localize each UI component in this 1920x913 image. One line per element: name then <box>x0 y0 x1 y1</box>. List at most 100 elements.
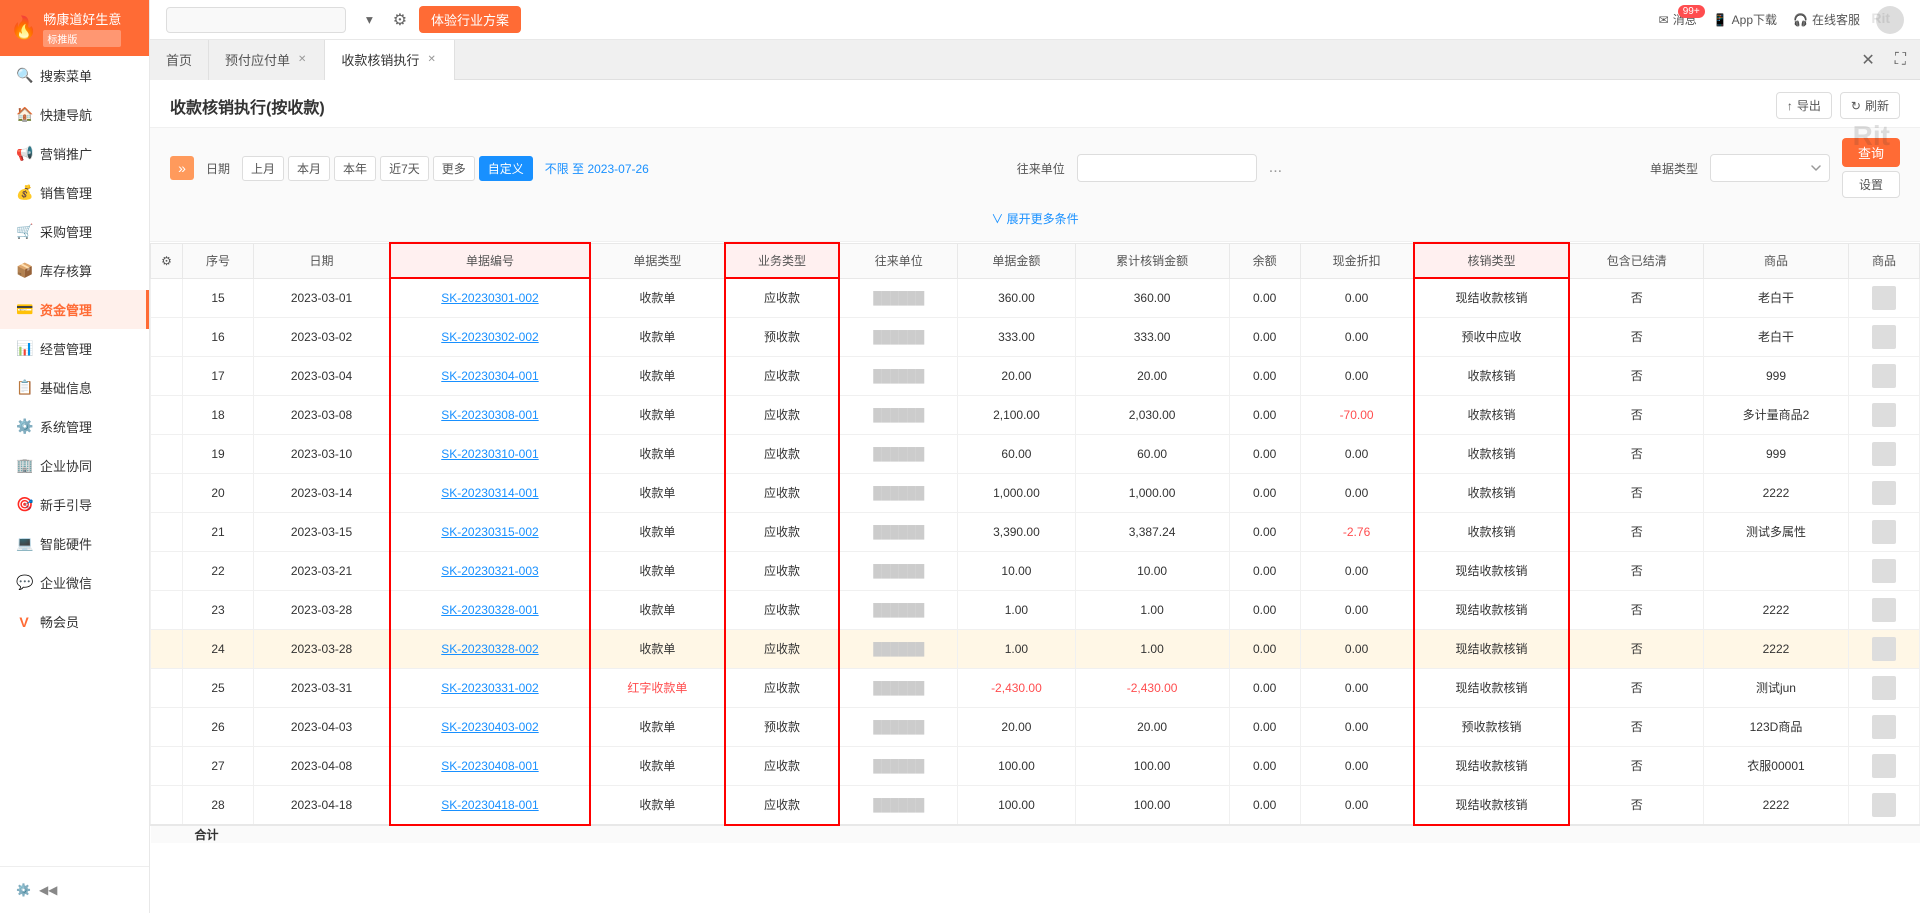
receipt-no-link[interactable]: SK-20230304-001 <box>441 369 538 383</box>
gear-icon[interactable]: ⚙ <box>393 10 407 30</box>
table-container[interactable]: ⚙ 序号 日期 单据编号 单据类型 业务类型 往来单位 单据金额 累计核销金额 … <box>150 242 1920 913</box>
app-download-btn[interactable]: 📱 App下载 <box>1713 11 1777 28</box>
cell-balance: 0.00 <box>1229 707 1300 746</box>
date-btn-more[interactable]: 更多 <box>433 156 475 181</box>
table-row: 192023-03-10SK-20230310-001收款单应收款██████6… <box>151 434 1920 473</box>
dropdown-btn[interactable]: ▾ <box>358 7 381 33</box>
page-actions: ↑ 导出 ↻ 刷新 <box>1776 92 1900 119</box>
sidebar-item-enterprise[interactable]: 🏢 企业协同 <box>0 446 149 485</box>
sidebar-item-basic[interactable]: 📋 基础信息 <box>0 368 149 407</box>
cell-receipt-no[interactable]: SK-20230328-002 <box>390 629 590 668</box>
cell-receipt-no[interactable]: SK-20230308-001 <box>390 395 590 434</box>
cell-date: 2023-03-14 <box>254 473 391 512</box>
receipt-no-link[interactable]: SK-20230301-002 <box>441 291 538 305</box>
receipt-no-link[interactable]: SK-20230331-002 <box>441 681 538 695</box>
cell-biz-type: 应收款 <box>725 668 839 707</box>
table-row: 262023-04-03SK-20230403-002收款单预收款██████2… <box>151 707 1920 746</box>
refresh-btn[interactable]: ↻ 刷新 <box>1840 92 1900 119</box>
sidebar-item-quick-nav[interactable]: 🏠 快捷导航 <box>0 95 149 134</box>
tab-maximize-btn[interactable]: ⛶ <box>1889 49 1912 71</box>
sidebar-item-wechat[interactable]: 💬 企业微信 <box>0 563 149 602</box>
tab-close-all-btn[interactable]: ✕ <box>1855 48 1880 72</box>
cell-writeoff-type: 现结收款核销 <box>1414 785 1570 825</box>
receipt-no-link[interactable]: SK-20230418-001 <box>441 798 538 812</box>
sidebar-item-marketing[interactable]: 📢 营销推广 <box>0 134 149 173</box>
cell-receipt-no[interactable]: SK-20230418-001 <box>390 785 590 825</box>
expand-conditions-btn[interactable]: ∨ 展开更多条件 <box>991 210 1078 227</box>
sidebar-item-guide[interactable]: 🎯 新手引导 <box>0 485 149 524</box>
cell-receipt-no[interactable]: SK-20230315-002 <box>390 512 590 551</box>
cell-balance: 0.00 <box>1229 317 1300 356</box>
date-btn-this-month[interactable]: 本月 <box>288 156 330 181</box>
query-btn[interactable]: 查询 <box>1842 138 1900 167</box>
tab-collection-close[interactable]: ✕ <box>425 53 437 66</box>
messages-btn[interactable]: ✉ 消息 99+ <box>1659 11 1697 28</box>
receipt-type-select[interactable] <box>1710 154 1830 182</box>
receipt-no-link[interactable]: SK-20230302-002 <box>441 330 538 344</box>
cell-checkbox <box>151 434 183 473</box>
receipt-no-link[interactable]: SK-20230321-003 <box>441 564 538 578</box>
sidebar-item-search[interactable]: 🔍 搜索菜单 <box>0 56 149 95</box>
tab-home[interactable]: 首页 <box>150 40 209 80</box>
cell-writeoff-type: 预收中应收 <box>1414 317 1570 356</box>
cell-amount: -2,430.00 <box>958 668 1075 707</box>
data-table: ⚙ 序号 日期 单据编号 单据类型 业务类型 往来单位 单据金额 累计核销金额 … <box>150 242 1920 843</box>
cell-partner: ██████ <box>839 317 958 356</box>
filter-expand-btn[interactable]: » <box>170 156 194 180</box>
breadcrumb-input[interactable] <box>166 7 346 33</box>
cell-no: 26 <box>183 707 254 746</box>
cell-receipt-no[interactable]: SK-20230331-002 <box>390 668 590 707</box>
receipt-no-link[interactable]: SK-20230310-001 <box>441 447 538 461</box>
filter-settings-btn[interactable]: 设置 <box>1842 171 1900 198</box>
tab-collection[interactable]: 收款核销执行 ✕ <box>325 40 454 80</box>
sidebar-item-system[interactable]: ⚙️ 系统管理 <box>0 407 149 446</box>
cell-receipt-no[interactable]: SK-20230310-001 <box>390 434 590 473</box>
cell-receipt-no[interactable]: SK-20230302-002 <box>390 317 590 356</box>
col-date: 日期 <box>254 243 391 278</box>
col-settings-icon[interactable]: ⚙ <box>161 254 172 268</box>
tab-prepay-close[interactable]: ✕ <box>296 53 308 66</box>
date-btn-last-month[interactable]: 上月 <box>242 156 284 181</box>
cell-goods-1: 123D商品 <box>1704 707 1849 746</box>
sidebar-item-inventory[interactable]: 📦 库存核算 <box>0 251 149 290</box>
cell-receipt-no[interactable]: SK-20230408-001 <box>390 746 590 785</box>
export-btn[interactable]: ↑ 导出 <box>1776 92 1832 119</box>
receipt-no-link[interactable]: SK-20230308-001 <box>441 408 538 422</box>
col-settings[interactable]: ⚙ <box>151 243 183 278</box>
col-writeoff-type: 核销类型 <box>1414 243 1570 278</box>
date-btn-this-year[interactable]: 本年 <box>334 156 376 181</box>
solution-btn[interactable]: 体验行业方案 <box>419 6 521 33</box>
sidebar-item-hardware[interactable]: 💻 智能硬件 <box>0 524 149 563</box>
cell-writeoff-type: 现结收款核销 <box>1414 746 1570 785</box>
sidebar-item-operations[interactable]: 📊 经营管理 <box>0 329 149 368</box>
receipt-no-link[interactable]: SK-20230314-001 <box>441 486 538 500</box>
cell-receipt-no[interactable]: SK-20230328-001 <box>390 590 590 629</box>
cell-receipt-no[interactable]: SK-20230403-002 <box>390 707 590 746</box>
receipt-no-link[interactable]: SK-20230408-001 <box>441 759 538 773</box>
col-cash-discount: 现金折扣 <box>1300 243 1413 278</box>
date-btn-custom[interactable]: 自定义 <box>479 156 533 181</box>
receipt-no-link[interactable]: SK-20230315-002 <box>441 525 538 539</box>
sidebar-settings-btn[interactable]: ⚙️ ◀◀ <box>0 875 149 905</box>
cell-cash-discount: 0.00 <box>1300 590 1413 629</box>
cell-date: 2023-03-01 <box>254 278 391 317</box>
online-service-btn[interactable]: 🎧 在线客服 <box>1793 11 1860 28</box>
receipt-no-link[interactable]: SK-20230328-002 <box>441 642 538 656</box>
cell-partner: ██████ <box>839 590 958 629</box>
sidebar-item-purchase[interactable]: 🛒 采购管理 <box>0 212 149 251</box>
partner-input[interactable] <box>1077 154 1257 182</box>
date-btn-7days[interactable]: 近7天 <box>380 156 429 181</box>
cell-receipt-no[interactable]: SK-20230301-002 <box>390 278 590 317</box>
receipt-no-link[interactable]: SK-20230403-002 <box>441 720 538 734</box>
cell-receipt-no[interactable]: SK-20230314-001 <box>390 473 590 512</box>
sidebar-item-sales[interactable]: 💰 销售管理 <box>0 173 149 212</box>
cell-receipt-type: 收款单 <box>590 590 725 629</box>
table-header-row: ⚙ 序号 日期 单据编号 单据类型 业务类型 往来单位 单据金额 累计核销金额 … <box>151 243 1920 278</box>
sidebar-item-finance[interactable]: 💳 资金管理 <box>0 290 149 329</box>
dots-icon[interactable]: ... <box>1269 159 1282 177</box>
receipt-no-link[interactable]: SK-20230328-001 <box>441 603 538 617</box>
cell-receipt-no[interactable]: SK-20230304-001 <box>390 356 590 395</box>
cell-receipt-no[interactable]: SK-20230321-003 <box>390 551 590 590</box>
tab-prepay[interactable]: 预付应付单 ✕ <box>209 40 325 80</box>
sidebar-item-member[interactable]: V 畅会员 <box>0 602 149 641</box>
